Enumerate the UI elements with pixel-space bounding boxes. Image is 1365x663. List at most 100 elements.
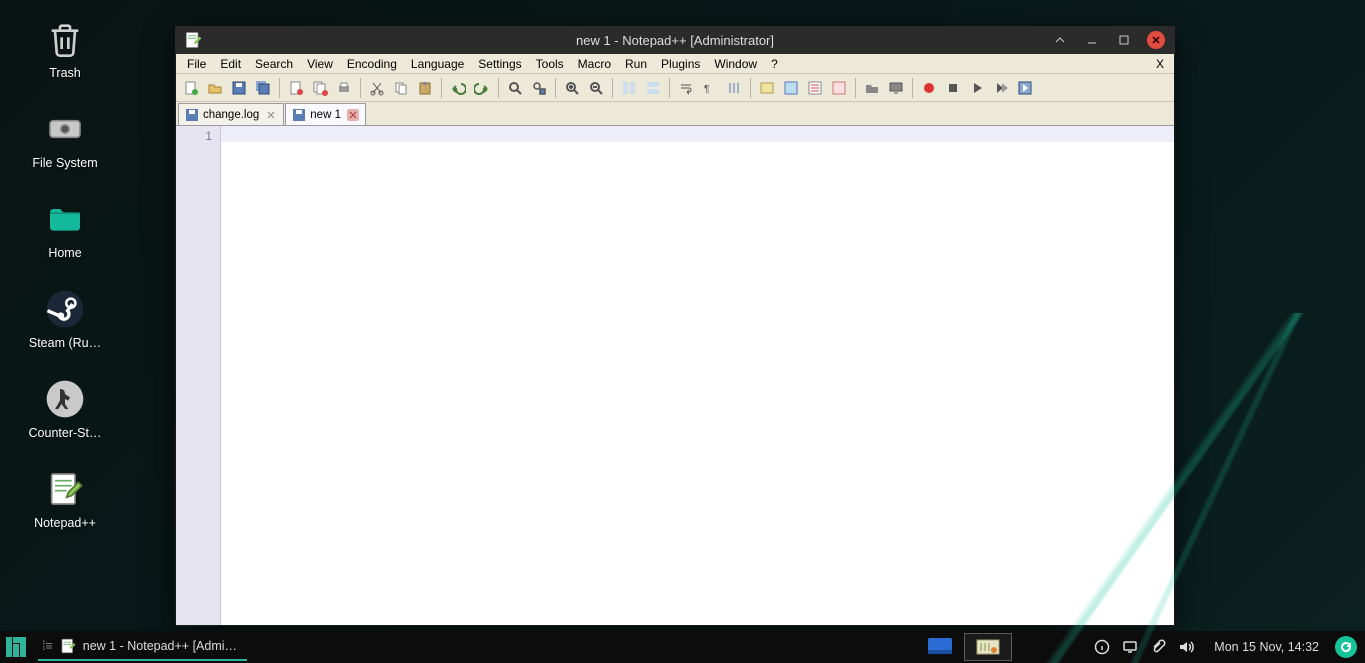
tab-label: new 1 <box>310 109 341 121</box>
tool-udl[interactable] <box>756 77 778 99</box>
maximize-button[interactable] <box>1115 31 1133 49</box>
desktop-icon-label: Steam (Ru… <box>20 336 110 350</box>
tool-redo[interactable] <box>471 77 493 99</box>
separator-icon <box>855 78 856 98</box>
menu-search[interactable]: Search <box>248 57 300 71</box>
desktop-icon-counter-strike[interactable]: Counter-St… <box>20 378 110 440</box>
tool-indent-guide[interactable] <box>723 77 745 99</box>
tab-change-log[interactable]: change.log <box>178 103 284 125</box>
start-button[interactable] <box>0 631 32 663</box>
tool-save[interactable] <box>228 77 250 99</box>
tool-zoom-in[interactable] <box>561 77 583 99</box>
tool-replace[interactable] <box>528 77 550 99</box>
menu-tools[interactable]: Tools <box>529 57 571 71</box>
info-icon[interactable] <box>1094 639 1110 655</box>
tool-close-all[interactable] <box>309 77 331 99</box>
window-title: new 1 - Notepad++ [Administrator] <box>175 33 1175 48</box>
desktop-icon-label: Counter-St… <box>20 426 110 440</box>
menu-run[interactable]: Run <box>618 57 654 71</box>
client-area: File Edit Search View Encoding Language … <box>175 54 1175 626</box>
tab-close-button[interactable] <box>347 109 359 121</box>
desktop-icon-label: Home <box>20 246 110 260</box>
tool-paste[interactable] <box>414 77 436 99</box>
separator-icon <box>441 78 442 98</box>
menu-help[interactable]: ? <box>764 57 785 71</box>
tool-open[interactable] <box>204 77 226 99</box>
desktop-icon-notepadpp[interactable]: Notepad++ <box>20 468 110 530</box>
desktop-icons: Trash File System Home Steam (Ru… <box>20 18 120 558</box>
text-area[interactable] <box>221 126 1174 625</box>
tool-cut[interactable] <box>366 77 388 99</box>
launcher-file-manager[interactable] <box>964 633 1012 661</box>
tool-stop-macro[interactable] <box>942 77 964 99</box>
menubar: File Edit Search View Encoding Language … <box>176 54 1174 74</box>
tool-play-multi[interactable] <box>990 77 1012 99</box>
tool-close[interactable] <box>285 77 307 99</box>
tool-func-list[interactable] <box>828 77 850 99</box>
shade-button[interactable] <box>1051 31 1069 49</box>
grammarly-icon[interactable] <box>1335 636 1357 658</box>
taskbar-clock[interactable]: Mon 15 Nov, 14:32 <box>1206 640 1327 654</box>
close-button[interactable] <box>1147 31 1165 49</box>
toolbar: ¶ <box>176 74 1174 102</box>
tab-label: change.log <box>203 109 259 121</box>
titlebar[interactable]: new 1 - Notepad++ [Administrator] <box>175 26 1175 54</box>
menu-file[interactable]: File <box>180 57 213 71</box>
tool-undo[interactable] <box>447 77 469 99</box>
desktop-icon-steam[interactable]: Steam (Ru… <box>20 288 110 350</box>
display-icon[interactable] <box>1122 639 1138 655</box>
wine-hint-icon: ⁞≡ <box>42 639 53 653</box>
tool-sync-v[interactable] <box>618 77 640 99</box>
tool-copy[interactable] <box>390 77 412 99</box>
tool-save-all[interactable] <box>252 77 274 99</box>
tool-find[interactable] <box>504 77 526 99</box>
tool-rec-macro[interactable] <box>918 77 940 99</box>
menu-settings[interactable]: Settings <box>471 57 528 71</box>
menu-language[interactable]: Language <box>404 57 471 71</box>
desktop-icon-label: Trash <box>20 66 110 80</box>
launcher-show-desktop[interactable] <box>916 633 964 661</box>
tool-doc-map[interactable] <box>780 77 802 99</box>
tool-play-macro[interactable] <box>966 77 988 99</box>
menu-macro[interactable]: Macro <box>571 57 618 71</box>
volume-icon[interactable] <box>1178 639 1194 655</box>
taskbar: ⁞≡ new 1 - Notepad++ [Admi… Mon 15 Nov, … <box>0 631 1365 663</box>
tool-print[interactable] <box>333 77 355 99</box>
menu-edit[interactable]: Edit <box>213 57 248 71</box>
menu-plugins[interactable]: Plugins <box>654 57 707 71</box>
tool-zoom-out[interactable] <box>585 77 607 99</box>
taskbar-task-notepadpp[interactable]: ⁞≡ new 1 - Notepad++ [Admi… <box>38 633 247 661</box>
tool-monitor[interactable] <box>885 77 907 99</box>
desktop-icon-label: File System <box>20 156 110 170</box>
tool-new[interactable] <box>180 77 202 99</box>
tool-wrap[interactable] <box>675 77 697 99</box>
file-manager-icon <box>975 637 1001 657</box>
tool-doc-list[interactable] <box>804 77 826 99</box>
menu-view[interactable]: View <box>300 57 340 71</box>
tool-save-macro[interactable] <box>1014 77 1036 99</box>
separator-icon <box>555 78 556 98</box>
desktop-icon-file-system[interactable]: File System <box>20 108 110 170</box>
tab-close-button[interactable] <box>265 109 277 121</box>
file-saved-icon <box>292 108 306 122</box>
separator-icon <box>360 78 361 98</box>
tool-sync-h[interactable] <box>642 77 664 99</box>
desktop-icon-home[interactable]: Home <box>20 198 110 260</box>
desktop-icon <box>927 637 953 657</box>
drive-icon <box>44 108 86 150</box>
tab-strip: change.log new 1 <box>176 102 1174 126</box>
minimize-button[interactable] <box>1083 31 1101 49</box>
tab-new-1[interactable]: new 1 <box>285 103 366 125</box>
notepadpp-icon <box>183 30 203 50</box>
mdi-close-button[interactable]: X <box>1150 57 1170 71</box>
tool-folder[interactable] <box>861 77 883 99</box>
line-number-gutter: 1 <box>176 126 221 625</box>
menu-encoding[interactable]: Encoding <box>340 57 404 71</box>
desktop-icon-trash[interactable]: Trash <box>20 18 110 80</box>
system-tray <box>1082 639 1206 655</box>
separator-icon <box>912 78 913 98</box>
menu-window[interactable]: Window <box>707 57 764 71</box>
tool-all-chars[interactable]: ¶ <box>699 77 721 99</box>
notepadpp-icon <box>59 637 77 655</box>
clip-icon[interactable] <box>1150 639 1166 655</box>
